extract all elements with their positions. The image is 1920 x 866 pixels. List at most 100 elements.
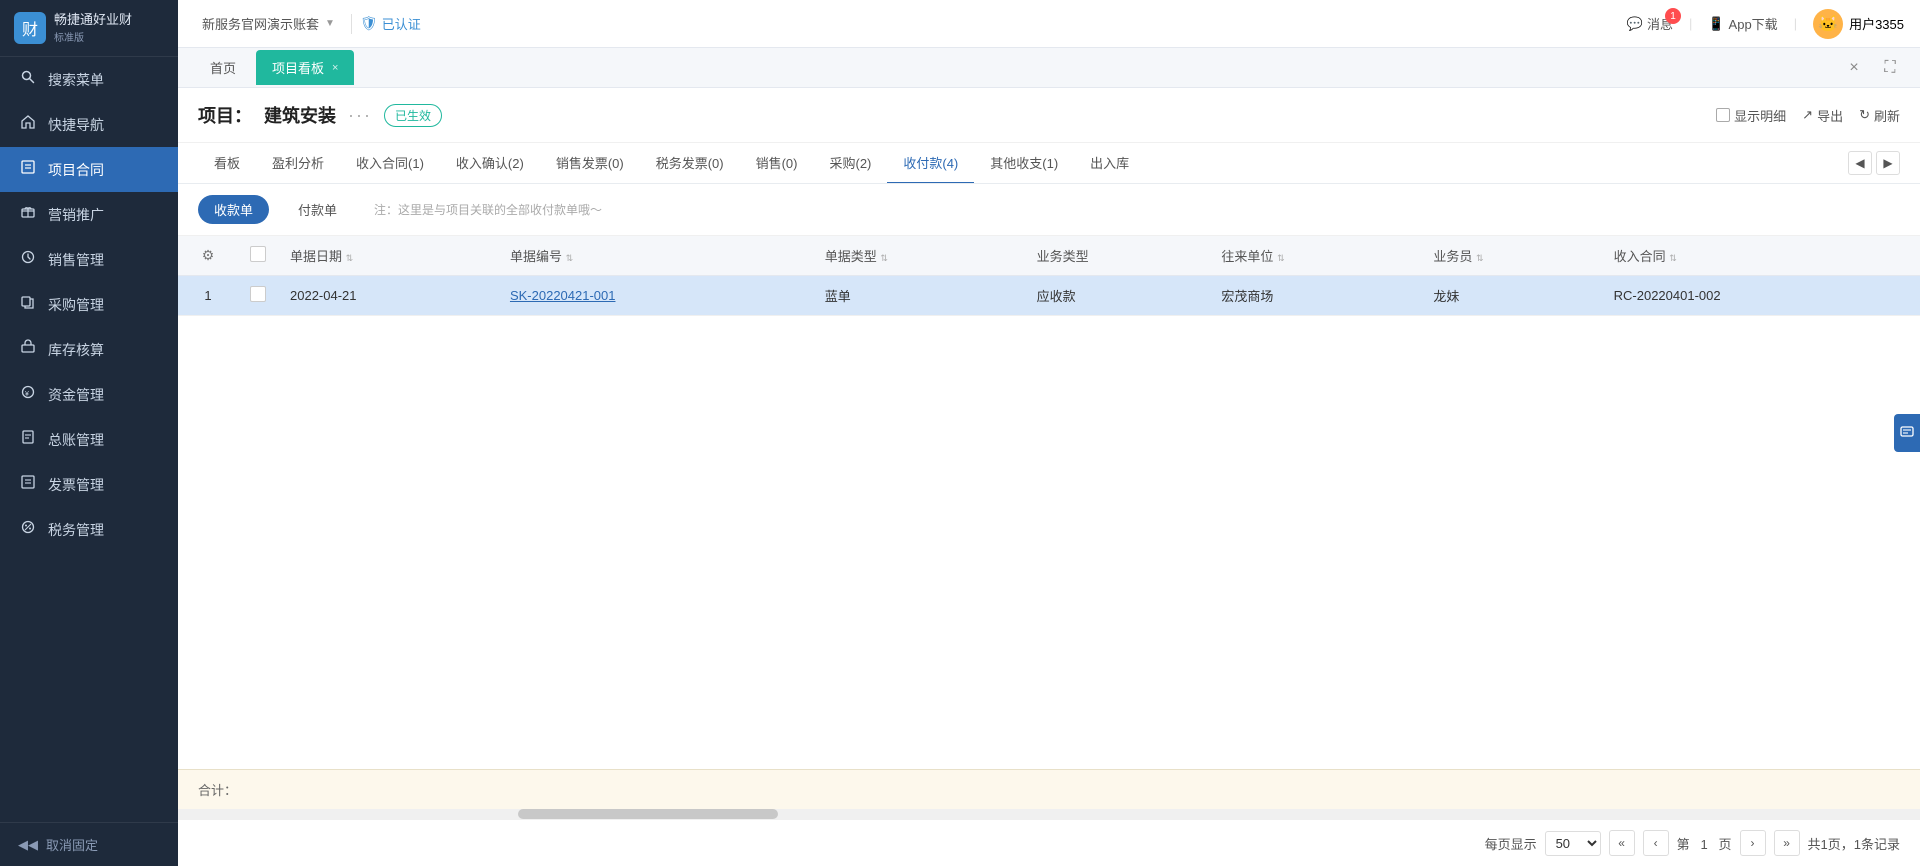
first-page-button[interactable]: «	[1609, 830, 1635, 856]
row-date: 2022-04-21	[278, 276, 498, 316]
feedback-button[interactable]	[1894, 414, 1920, 452]
sidebar-item-ledger[interactable]: 总账管理	[0, 417, 178, 462]
sidebar-item-marketing[interactable]: 营销推广	[0, 192, 178, 237]
window-controls: × ⛶	[1840, 54, 1904, 82]
sidebar-item-label-marketing: 营销推广	[48, 205, 104, 225]
row-checkbox[interactable]	[250, 286, 266, 302]
col-partner-header[interactable]: 往来单位 ⇅	[1209, 236, 1421, 276]
prev-page-button[interactable]: ‹	[1643, 830, 1669, 856]
sidebar-item-fund[interactable]: ¥ 资金管理	[0, 372, 178, 417]
sidebar-item-label-purchase: 采购管理	[48, 295, 104, 315]
export-button[interactable]: ↗ 导出	[1802, 106, 1843, 125]
user-profile[interactable]: 🐱 用户3355	[1813, 9, 1904, 39]
col-biz-type-label: 业务类型	[1037, 249, 1089, 264]
sub-tabs-prev-button[interactable]: ◀	[1848, 151, 1872, 175]
pagination-bar: 每页显示 50 100 200 « ‹ 第 1 页 ›	[178, 819, 1920, 866]
sidebar-logo: 财 畅捷通好业财 标准版	[0, 0, 178, 57]
demo-account-selector[interactable]: 新服务官网演示账套 ▼	[194, 10, 343, 37]
row-type: 蓝单	[813, 276, 1025, 316]
sub-tab-income-contract[interactable]: 收入合同(1)	[340, 143, 440, 184]
select-all-checkbox[interactable]	[250, 246, 266, 262]
col-type-header[interactable]: 单据类型 ⇅	[813, 236, 1025, 276]
tax-icon	[18, 519, 38, 540]
message-button[interactable]: 💬 消息 1	[1627, 14, 1673, 33]
sidebar-item-label-invoice: 发票管理	[48, 475, 104, 495]
scroll-thumb[interactable]	[518, 809, 778, 819]
sub-tab-tax-invoice[interactable]: 税务发票(0)	[640, 143, 740, 184]
sidebar-item-label-quicknav: 快捷导航	[48, 115, 104, 135]
settings-icon[interactable]: ⚙	[202, 247, 215, 263]
sidebar-item-invoice[interactable]: 发票管理	[0, 462, 178, 507]
sort-date-icon: ⇅	[346, 253, 354, 263]
project-status-badge: 已生效	[384, 104, 442, 127]
sidebar-item-search[interactable]: 搜索菜单	[0, 57, 178, 102]
horizontal-scrollbar[interactable]	[178, 809, 1920, 819]
window-close-button[interactable]: ×	[1840, 54, 1868, 82]
content-area: 项目： 建筑安装 ··· 已生效 显示明细 ↗ 导出 ↻ 刷新	[178, 88, 1920, 866]
sidebar-item-inventory[interactable]: 库存核算	[0, 327, 178, 372]
tab-close-icon[interactable]: ×	[332, 62, 338, 74]
sub-tab-sales[interactable]: 销售(0)	[740, 143, 814, 184]
col-settings-header[interactable]: ⚙	[178, 236, 238, 276]
show-detail-label: 显示明细	[1734, 106, 1786, 125]
table-area: ⚙ 单据日期 ⇅ 单据编号 ⇅	[178, 236, 1920, 769]
col-number-header[interactable]: 单据编号 ⇅	[498, 236, 813, 276]
col-salesperson-label: 业务员	[1433, 249, 1472, 264]
maximize-icon: ⛶	[1884, 59, 1895, 77]
table-row[interactable]: 1 2022-04-21 SK-20220421-001 蓝单	[178, 276, 1920, 316]
sidebar-item-quick-nav[interactable]: 快捷导航	[0, 102, 178, 147]
col-income-contract-header[interactable]: 收入合同 ⇅	[1602, 236, 1920, 276]
summary-row: 合计：	[178, 769, 1920, 809]
row-number-link[interactable]: SK-20220421-001	[510, 288, 616, 303]
page-label: 第 1 页	[1677, 834, 1732, 853]
total-records-label: 共1页，1条记录	[1808, 834, 1900, 853]
message-badge: 1	[1665, 8, 1681, 24]
row-number[interactable]: SK-20220421-001	[498, 276, 813, 316]
sidebar-item-label-inventory: 库存核算	[48, 340, 104, 360]
sidebar-item-label-ledger: 总账管理	[48, 430, 104, 450]
user-avatar: 🐱	[1813, 9, 1843, 39]
sub-tab-profit[interactable]: 盈利分析	[256, 143, 340, 184]
filter-payment-button[interactable]: 付款单	[281, 194, 354, 225]
sidebar-item-sales[interactable]: 销售管理	[0, 237, 178, 282]
row-salesperson: 龙妹	[1421, 276, 1601, 316]
sub-tab-in-out-stock[interactable]: 出入库	[1074, 143, 1145, 184]
last-page-icon: »	[1783, 836, 1790, 850]
sidebar-item-purchase[interactable]: 采购管理	[0, 282, 178, 327]
refresh-button[interactable]: ↻ 刷新	[1859, 106, 1900, 125]
sidebar-item-project-contract[interactable]: 项目合同	[0, 147, 178, 192]
col-salesperson-header[interactable]: 业务员 ⇅	[1421, 236, 1601, 276]
sidebar-footer-unpin[interactable]: ◀◀ 取消固定	[0, 822, 178, 866]
fund-icon: ¥	[18, 384, 38, 405]
tab-project-board[interactable]: 项目看板 ×	[256, 50, 354, 85]
sales-icon	[18, 249, 38, 270]
col-date-header[interactable]: 单据日期 ⇅	[278, 236, 498, 276]
filter-receipt-button[interactable]: 收款单	[198, 195, 269, 224]
filter-note: 注：这里是与项目关联的全部收付款单哦～	[374, 201, 602, 218]
app-download-button[interactable]: 📱 App下载	[1708, 14, 1777, 33]
sub-tab-kanban[interactable]: 看板	[198, 143, 256, 184]
show-detail-checkbox[interactable]: 显示明细	[1716, 106, 1786, 125]
sub-tab-receipt-payment[interactable]: 收付款(4)	[887, 143, 974, 184]
sub-tab-purchase[interactable]: 采购(2)	[813, 143, 887, 184]
sub-tabs-next-button[interactable]: ▶	[1876, 151, 1900, 175]
last-page-button[interactable]: »	[1774, 830, 1800, 856]
sidebar-item-tax[interactable]: 税务管理	[0, 507, 178, 552]
sub-tab-other-income[interactable]: 其他收支(1)	[974, 143, 1074, 184]
certified-badge: 🛡 已认证	[360, 14, 421, 33]
page-size-select[interactable]: 50 100 200	[1545, 831, 1601, 856]
project-icon	[18, 159, 38, 180]
col-check-header[interactable]	[238, 236, 278, 276]
next-page-button[interactable]: ›	[1740, 830, 1766, 856]
app-logo-icon: 财	[14, 12, 46, 44]
more-options-button[interactable]: ···	[348, 105, 372, 126]
main-content: 新服务官网演示账套 ▼ 🛡 已认证 💬 消息 1 | 📱 App下载 | 🐱	[178, 0, 1920, 866]
tab-home[interactable]: 首页	[194, 50, 252, 85]
project-header-actions: 显示明细 ↗ 导出 ↻ 刷新	[1716, 106, 1900, 125]
window-maximize-button[interactable]: ⛶	[1876, 54, 1904, 82]
sub-tab-income-confirm[interactable]: 收入确认(2)	[440, 143, 540, 184]
row-checkbox-cell[interactable]	[238, 276, 278, 316]
sub-tab-sales-invoice[interactable]: 销售发票(0)	[540, 143, 640, 184]
receipts-table: ⚙ 单据日期 ⇅ 单据编号 ⇅	[178, 236, 1920, 316]
prev-page-icon: ‹	[1654, 836, 1658, 850]
